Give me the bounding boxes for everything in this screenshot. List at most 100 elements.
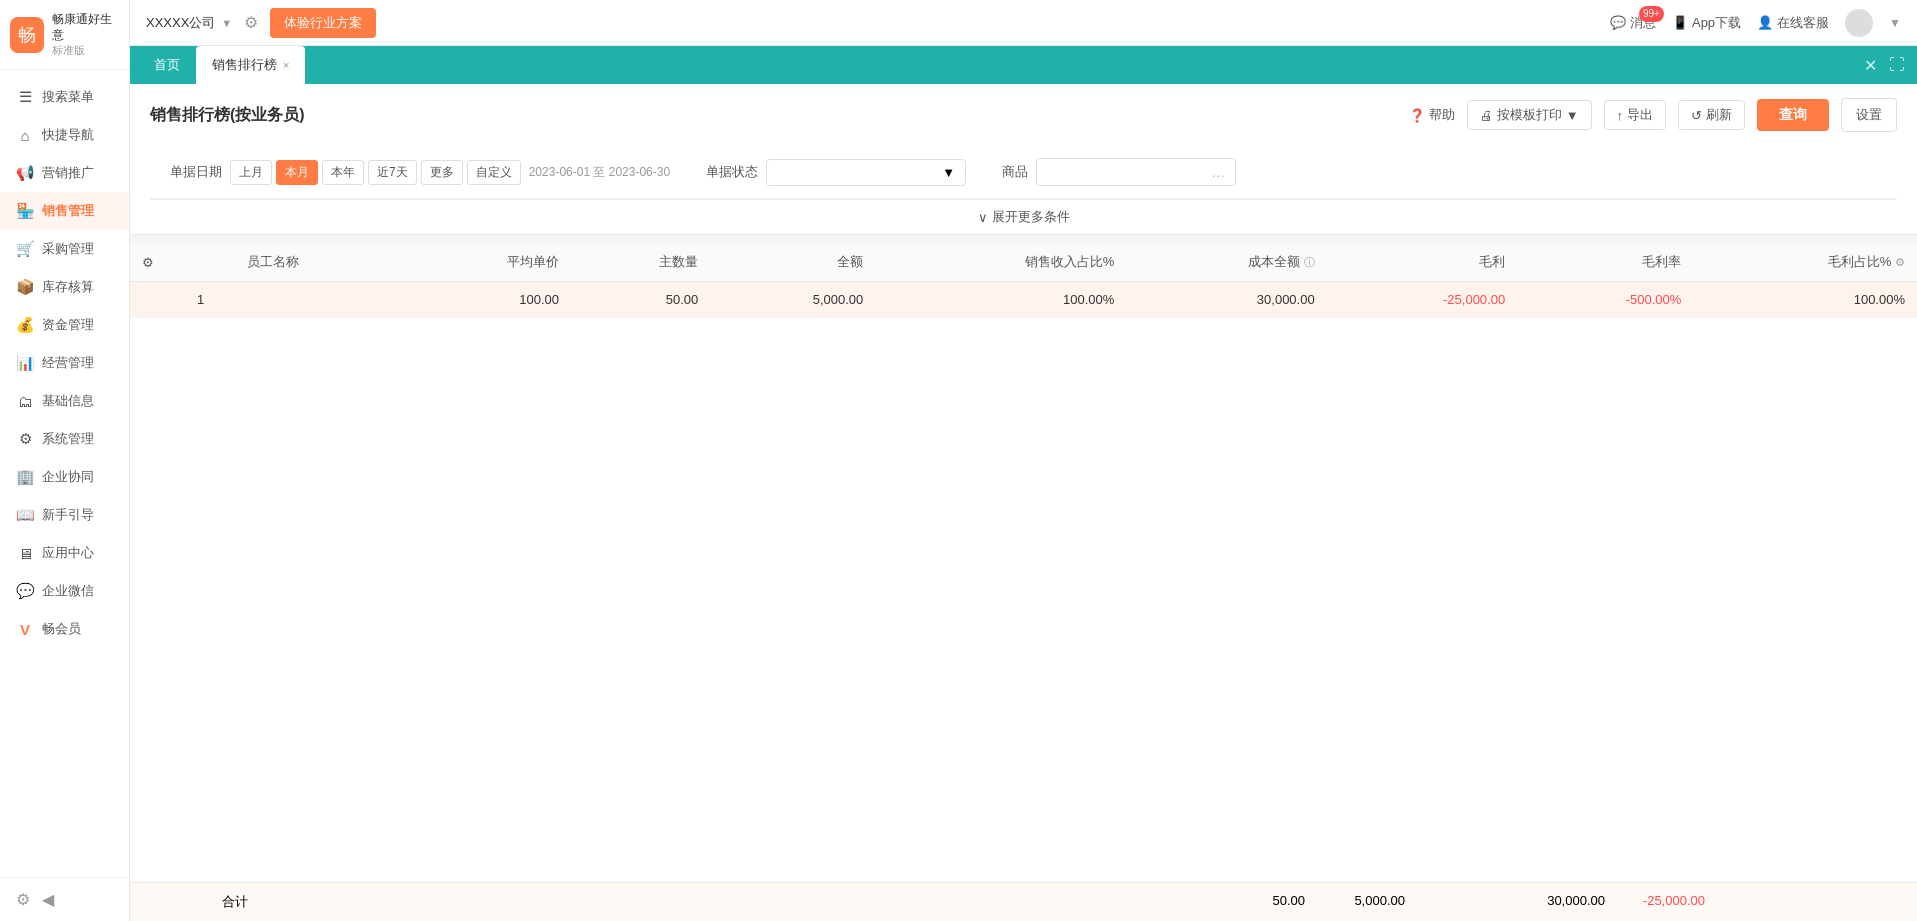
sales-rank-table: ⚙ 员工名称 平均单价 主数量 全额 销售收入占比% 成本全额 ⓘ 毛利 毛利率… (130, 243, 1917, 318)
help-btn[interactable]: ❓ 帮助 (1409, 106, 1455, 124)
topbar-settings-icon[interactable]: ⚙ (244, 13, 258, 32)
col-name: 员工名称 (235, 243, 403, 282)
tabs-close-icon[interactable]: ✕ (1856, 56, 1885, 75)
this-year-btn[interactable]: 本年 (322, 160, 364, 185)
footer-quantity: 50.00 (1215, 893, 1305, 911)
enterprise-icon: 🏢 (16, 468, 34, 486)
last-month-btn[interactable]: 上月 (230, 160, 272, 185)
status-select[interactable]: ▼ (766, 159, 966, 186)
sidebar-item-purchase[interactable]: 🛒 采购管理 (0, 230, 129, 268)
page-title: 销售排行榜(按业务员) (150, 105, 305, 126)
last-7days-btn[interactable]: 近7天 (368, 160, 417, 185)
sidebar-item-label: 应用中心 (42, 544, 94, 562)
collapse-icon[interactable]: ◀ (42, 890, 54, 909)
footer-gross: -25,000.00 (1605, 893, 1705, 911)
trial-btn[interactable]: 体验行业方案 (270, 8, 376, 38)
topbar-right: 💬 99+ 消息 📱 App下载 👤 在线客服 ▼ (1610, 9, 1901, 37)
sidebar-item-label: 基础信息 (42, 392, 94, 410)
page-header: 销售排行榜(按业务员) ❓ 帮助 🖨 按模板打印 ▼ ↑ 导出 (130, 84, 1917, 235)
username: ▼ (1889, 16, 1901, 30)
company-arrow-icon: ▼ (221, 17, 232, 29)
sidebar-item-finance[interactable]: 💰 资金管理 (0, 306, 129, 344)
col-rank (166, 243, 235, 282)
cell-cost: 30,000.00 (1126, 282, 1326, 318)
custom-date-btn[interactable]: 自定义 (467, 160, 521, 185)
cell-avg-price: 100.00 (403, 282, 571, 318)
query-btn[interactable]: 查询 (1757, 99, 1829, 131)
cell-amount: 5,000.00 (710, 282, 875, 318)
sidebar-item-basics[interactable]: 🗂 基础信息 (0, 382, 129, 420)
tabs-expand-icon[interactable]: ⛶ (1885, 56, 1909, 74)
logo-icon: 畅 (10, 17, 44, 53)
goods-input[interactable]: … (1036, 158, 1236, 186)
system-icon: ⚙ (16, 430, 34, 448)
company-name: XXXXX公司 (146, 14, 215, 32)
more-dates-btn[interactable]: 更多 (421, 160, 463, 185)
date-range-text: 2023-06-01 至 2023-06-30 (529, 164, 670, 181)
wechat-icon: 💬 (16, 582, 34, 600)
sidebar-item-inventory[interactable]: 📦 库存核算 (0, 268, 129, 306)
sidebar-item-marketing[interactable]: 📢 营销推广 (0, 154, 129, 192)
table-header-row: ⚙ 员工名称 平均单价 主数量 全额 销售收入占比% 成本全额 ⓘ 毛利 毛利率… (130, 243, 1917, 282)
expand-more-btn[interactable]: ∨ 展开更多条件 (150, 199, 1897, 234)
app-download-btn[interactable]: 📱 App下载 (1672, 14, 1741, 32)
col-sales-ratio: 销售收入占比% (875, 243, 1126, 282)
sidebar-item-search[interactable]: ☰ 搜索菜单 (0, 78, 129, 116)
cell-sales-ratio: 100.00% (875, 282, 1126, 318)
avatar[interactable] (1845, 9, 1873, 37)
sidebar-item-label: 企业协同 (42, 468, 94, 486)
print-icon: 🖨 (1480, 108, 1493, 123)
guide-icon: 📖 (16, 506, 34, 524)
export-btn[interactable]: ↑ 导出 (1604, 100, 1667, 130)
sidebar-item-label: 快捷导航 (42, 126, 94, 144)
sidebar-item-wechat[interactable]: 💬 企业微信 (0, 572, 129, 610)
sidebar-item-guide[interactable]: 📖 新手引导 (0, 496, 129, 534)
goods-filter: 商品 … (1002, 158, 1236, 186)
message-btn[interactable]: 💬 99+ 消息 (1610, 14, 1656, 32)
sidebar-item-operations[interactable]: 📊 经营管理 (0, 344, 129, 382)
finance-icon: 💰 (16, 316, 34, 334)
table-footer: 合计 50.00 5,000.00 30,000.00 -25,000.00 (130, 882, 1917, 921)
template-print-btn[interactable]: 🖨 按模板打印 ▼ (1467, 100, 1592, 130)
sidebar-item-label: 采购管理 (42, 240, 94, 258)
sidebar-item-label: 销售管理 (42, 202, 94, 220)
tab-sales-rank[interactable]: 销售排行榜 × (196, 46, 305, 84)
goods-filter-label: 商品 (1002, 163, 1028, 181)
filter-area: 单据日期 上月 本月 本年 近7天 更多 自定义 2023-06-01 至 20… (150, 146, 1897, 199)
company-selector[interactable]: XXXXX公司 ▼ (146, 14, 232, 32)
sidebar-item-quicknav[interactable]: ⌂ 快捷导航 (0, 116, 129, 154)
status-dropdown-icon: ▼ (942, 165, 955, 180)
footer-gross-rate (1705, 893, 1805, 911)
refresh-btn[interactable]: ↺ 刷新 (1678, 100, 1745, 130)
online-service-btn[interactable]: 👤 在线客服 (1757, 14, 1829, 32)
sidebar-item-label: 畅会员 (42, 620, 81, 638)
table-row: 1 100.00 50.00 5,000.00 100.00% 30,000.0… (130, 282, 1917, 318)
cell-checkbox (130, 282, 166, 318)
col-settings[interactable]: ⚙ (130, 243, 166, 282)
settings-icon[interactable]: ⚙ (16, 890, 30, 909)
sidebar-item-system[interactable]: ⚙ 系统管理 (0, 420, 129, 458)
sidebar-item-label: 营销推广 (42, 164, 94, 182)
sidebar-item-appstore[interactable]: 🖥 应用中心 (0, 534, 129, 572)
sidebar-item-member[interactable]: V 畅会员 (0, 610, 129, 648)
cell-quantity: 50.00 (571, 282, 710, 318)
sidebar-footer: ⚙ ◀ (0, 877, 129, 921)
date-buttons: 上月 本月 本年 近7天 更多 自定义 (230, 160, 521, 185)
footer-sales-ratio (1405, 893, 1505, 911)
footer-avg-price (1125, 893, 1215, 911)
this-month-btn[interactable]: 本月 (276, 160, 318, 185)
col-settings-icon: ⚙ (142, 255, 154, 270)
goods-more-icon[interactable]: … (1211, 164, 1225, 180)
service-icon: 👤 (1757, 15, 1773, 30)
col-quantity: 主数量 (571, 243, 710, 282)
sidebar-item-sales[interactable]: 🏪 销售管理 (0, 192, 129, 230)
sidebar-item-enterprise[interactable]: 🏢 企业协同 (0, 458, 129, 496)
appstore-icon: 🖥 (16, 545, 34, 562)
cell-gross-ratio: 100.00% (1693, 282, 1917, 318)
tab-close-icon[interactable]: × (283, 59, 289, 71)
col-gross-ratio: 毛利占比% ⚙ (1693, 243, 1917, 282)
member-icon: V (16, 621, 34, 638)
settings-page-btn[interactable]: 设置 (1841, 98, 1897, 132)
tab-home[interactable]: 首页 (138, 46, 196, 84)
marketing-icon: 📢 (16, 164, 34, 182)
